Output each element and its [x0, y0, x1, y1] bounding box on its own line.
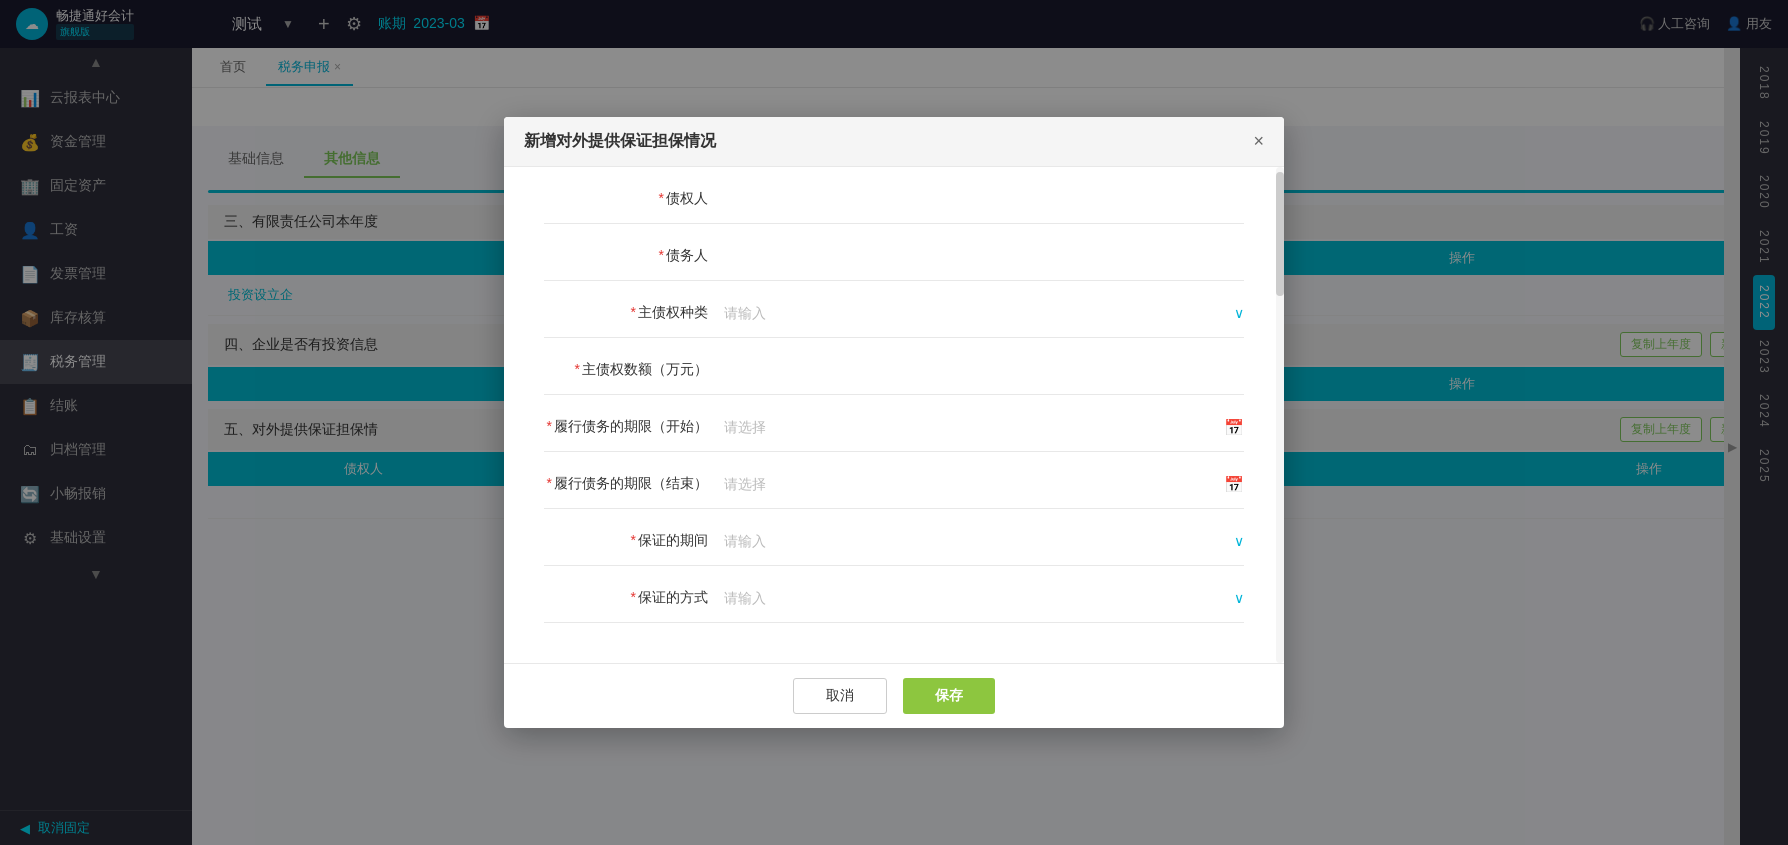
credit-type-wrapper: ∨ — [724, 301, 1244, 325]
form-label-period-end: *履行债务的期限（结束） — [544, 475, 724, 493]
save-button[interactable]: 保存 — [903, 678, 995, 714]
modal-header: 新增对外提供保证担保情况 × — [504, 117, 1284, 167]
credit-type-chevron-icon[interactable]: ∨ — [1234, 305, 1244, 321]
modal-title: 新增对外提供保证担保情况 — [524, 131, 716, 152]
period-end-input[interactable] — [724, 472, 1224, 496]
modal-overlay: 新增对外提供保证担保情况 × *债权人 *债务人 * — [0, 0, 1788, 845]
modal-body: *债权人 *债务人 *主债权种类 ∨ — [504, 167, 1284, 663]
guarantee-period-input[interactable] — [724, 529, 1226, 553]
period-start-wrapper: 📅 — [724, 415, 1244, 439]
cancel-button[interactable]: 取消 — [793, 678, 887, 714]
modal-scrollbar[interactable] — [1276, 167, 1284, 663]
period-end-calendar-icon[interactable]: 📅 — [1224, 475, 1244, 494]
period-start-calendar-icon[interactable]: 📅 — [1224, 418, 1244, 437]
debtor-input[interactable] — [724, 244, 1244, 268]
form-label-period-start: *履行债务的期限（开始） — [544, 418, 724, 436]
form-row-debtor: *债务人 — [544, 244, 1244, 281]
guarantee-period-wrapper: ∨ — [724, 529, 1244, 553]
creditor-input[interactable] — [724, 187, 1244, 211]
period-end-wrapper: 📅 — [724, 472, 1244, 496]
credit-type-input[interactable] — [724, 301, 1226, 325]
form-label-guarantee-method: *保证的方式 — [544, 589, 724, 607]
form-row-guarantee-period: *保证的期间 ∨ — [544, 529, 1244, 566]
period-start-input[interactable] — [724, 415, 1224, 439]
form-row-period-start: *履行债务的期限（开始） 📅 — [544, 415, 1244, 452]
modal-scrollbar-thumb — [1276, 172, 1284, 296]
guarantee-method-chevron-icon[interactable]: ∨ — [1234, 590, 1244, 606]
form-row-credit-amount: *主债权数额（万元） — [544, 358, 1244, 395]
form-row-credit-type: *主债权种类 ∨ — [544, 301, 1244, 338]
credit-amount-input[interactable] — [724, 358, 1244, 382]
guarantee-method-wrapper: ∨ — [724, 586, 1244, 610]
form-label-creditor: *债权人 — [544, 190, 724, 208]
form-row-guarantee-method: *保证的方式 ∨ — [544, 586, 1244, 623]
form-label-debtor: *债务人 — [544, 247, 724, 265]
form-label-guarantee-period: *保证的期间 — [544, 532, 724, 550]
form-label-credit-type: *主债权种类 — [544, 304, 724, 322]
guarantee-method-input[interactable] — [724, 586, 1226, 610]
modal-footer: 取消 保存 — [504, 663, 1284, 728]
form-label-credit-amount: *主债权数额（万元） — [544, 361, 724, 379]
guarantee-period-chevron-icon[interactable]: ∨ — [1234, 533, 1244, 549]
modal-close-button[interactable]: × — [1253, 131, 1264, 152]
form-row-creditor: *债权人 — [544, 187, 1244, 224]
form-row-period-end: *履行债务的期限（结束） 📅 — [544, 472, 1244, 509]
modal-dialog: 新增对外提供保证担保情况 × *债权人 *债务人 * — [504, 117, 1284, 728]
